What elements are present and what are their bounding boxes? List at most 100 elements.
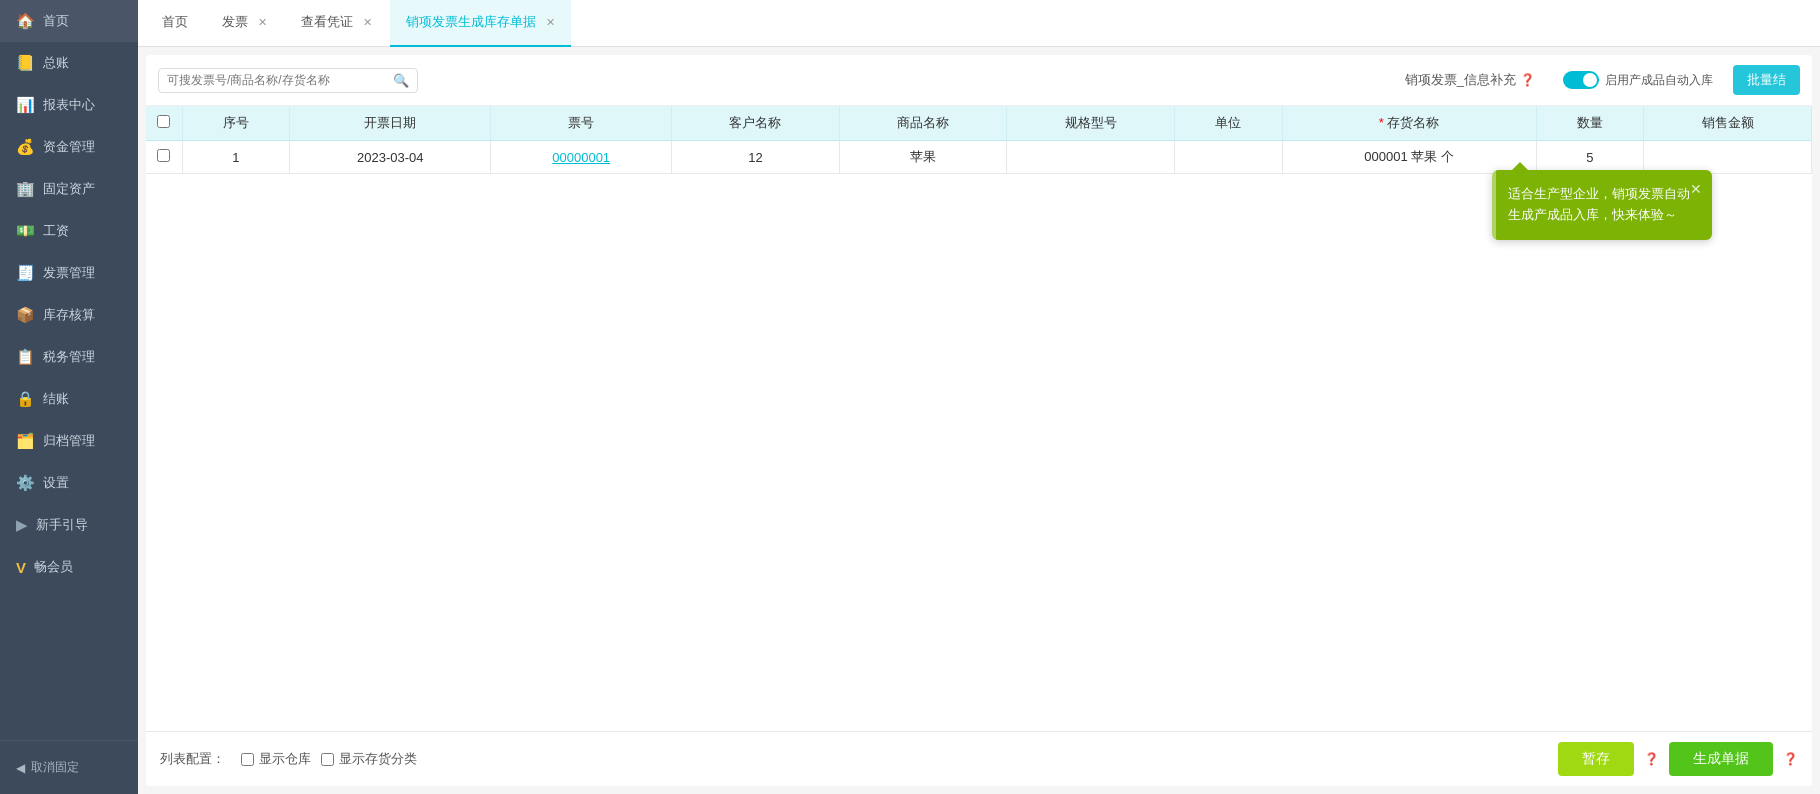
sidebar-item-tax-label: 税务管理 <box>43 348 95 366</box>
table-row: 1 2023-03-04 00000001 12 苹果 000001 苹果 个 … <box>146 141 1812 174</box>
sidebar-item-funds[interactable]: 💰 资金管理 <box>0 126 138 168</box>
sidebar-item-archive-label: 归档管理 <box>43 432 95 450</box>
show-category-label[interactable]: 显示存货分类 <box>321 750 417 768</box>
sidebar-item-payroll[interactable]: 💵 工资 <box>0 210 138 252</box>
sidebar-item-member[interactable]: V 畅会员 <box>0 546 138 588</box>
tab-invoice-close[interactable]: ✕ <box>258 16 267 29</box>
search-box[interactable]: 🔍 <box>158 68 418 93</box>
toggle-label: 启用产成品自动入库 <box>1605 72 1713 89</box>
sidebar-item-member-label: 畅会员 <box>34 558 73 576</box>
tab-generate-close[interactable]: ✕ <box>546 16 555 29</box>
sidebar-item-closing[interactable]: 🔒 结账 <box>0 378 138 420</box>
sidebar-item-inventory-label: 库存核算 <box>43 306 95 324</box>
payroll-icon: 💵 <box>16 222 35 240</box>
sidebar-item-guide[interactable]: ▶ 新手引导 <box>0 504 138 546</box>
undo-icon: ◀ <box>16 761 25 775</box>
row-checkbox[interactable] <box>157 149 170 162</box>
tooltip-text: 适合生产型企业，销项发票自动生成产成品入库，快来体验～ <box>1508 186 1690 222</box>
save-button[interactable]: 暂存 <box>1558 742 1634 776</box>
generate-button[interactable]: 生成单据 <box>1669 742 1773 776</box>
row-unit <box>1174 141 1282 174</box>
info-text: 销项发票_信息补充 <box>1405 71 1516 89</box>
sidebar-item-reports-label: 报表中心 <box>43 96 95 114</box>
batch-button[interactable]: 批量结 <box>1733 65 1800 95</box>
sidebar-item-home[interactable]: 🏠 首页 <box>0 0 138 42</box>
sidebar-item-assets[interactable]: 🏢 固定资产 <box>0 168 138 210</box>
tab-invoice[interactable]: 发票 ✕ <box>206 0 283 47</box>
select-all-checkbox[interactable] <box>157 115 170 128</box>
config-label: 列表配置： <box>160 750 225 768</box>
tab-bar: 首页 发票 ✕ 查看凭证 ✕ 销项发票生成库存单据 ✕ <box>138 0 1820 47</box>
row-seq: 1 <box>182 141 290 174</box>
sidebar-item-reports[interactable]: 📊 报表中心 <box>0 84 138 126</box>
table-header-product: 商品名称 <box>839 106 1007 141</box>
sidebar-item-settings[interactable]: ⚙️ 设置 <box>0 462 138 504</box>
tab-generate-label: 销项发票生成库存单据 <box>406 13 536 31</box>
row-quantity: 5 <box>1536 141 1644 174</box>
table-header-quantity: 数量 <box>1536 106 1644 141</box>
tab-home[interactable]: 首页 <box>146 0 204 47</box>
bottom-bar: 列表配置： 显示仓库 显示存货分类 暂存 ❓ 生成单据 ❓ <box>146 731 1812 786</box>
row-inventory[interactable]: 000001 苹果 个 <box>1282 141 1536 174</box>
sidebar-item-archive[interactable]: 🗂️ 归档管理 <box>0 420 138 462</box>
show-category-text: 显示存货分类 <box>339 750 417 768</box>
info-question-icon[interactable]: ❓ <box>1520 73 1535 87</box>
sidebar-item-tax[interactable]: 📋 税务管理 <box>0 336 138 378</box>
auto-warehouse-toggle[interactable] <box>1563 71 1599 89</box>
action-buttons: 暂存 ❓ 生成单据 ❓ <box>1558 742 1798 776</box>
table-header-customer: 客户名称 <box>672 106 840 141</box>
tab-voucher-close[interactable]: ✕ <box>363 16 372 29</box>
data-table: 序号 开票日期 票号 客户名称 商品名称 规格型号 单位 存货名称 数量 销售金… <box>146 106 1812 174</box>
sidebar-item-payroll-label: 工资 <box>43 222 69 240</box>
sidebar-item-settings-label: 设置 <box>43 474 69 492</box>
undo-pin-label: 取消固定 <box>31 759 79 776</box>
archive-icon: 🗂️ <box>16 432 35 450</box>
sidebar-item-guide-label: 新手引导 <box>36 516 88 534</box>
tab-voucher-label: 查看凭证 <box>301 13 353 31</box>
tab-invoice-label: 发票 <box>222 13 248 31</box>
inventory-icon: 📦 <box>16 306 35 324</box>
tab-home-label: 首页 <box>162 13 188 31</box>
sidebar-bottom: ◀ 取消固定 <box>0 740 138 794</box>
table-header-inventory: 存货名称 <box>1282 106 1536 141</box>
sidebar: 🏠 首页 📒 总账 📊 报表中心 💰 资金管理 🏢 固定资产 💵 工资 🧾 发票… <box>0 0 138 794</box>
tooltip-popup: ✕ 适合生产型企业，销项发票自动生成产成品入库，快来体验～ <box>1492 170 1712 240</box>
guide-icon: ▶ <box>16 516 28 534</box>
tab-generate[interactable]: 销项发票生成库存单据 ✕ <box>390 0 571 47</box>
ledger-icon: 📒 <box>16 54 35 72</box>
show-warehouse-checkbox[interactable] <box>241 753 254 766</box>
reports-icon: 📊 <box>16 96 35 114</box>
sidebar-item-inventory[interactable]: 📦 库存核算 <box>0 294 138 336</box>
tax-icon: 📋 <box>16 348 35 366</box>
row-amount <box>1644 141 1812 174</box>
show-warehouse-label[interactable]: 显示仓库 <box>241 750 311 768</box>
generate-help-icon[interactable]: ❓ <box>1783 752 1798 766</box>
toggle-group: 启用产成品自动入库 <box>1563 71 1713 89</box>
show-category-checkbox[interactable] <box>321 753 334 766</box>
tooltip-bar <box>1492 170 1496 240</box>
sidebar-item-home-label: 首页 <box>43 12 69 30</box>
main-content: 首页 发票 ✕ 查看凭证 ✕ 销项发票生成库存单据 ✕ 🔍 销项发票_信息补充 … <box>138 0 1820 794</box>
member-icon: V <box>16 559 26 576</box>
search-icon: 🔍 <box>393 73 409 88</box>
undo-pin-button[interactable]: ◀ 取消固定 <box>0 749 138 786</box>
sidebar-item-ledger[interactable]: 📒 总账 <box>0 42 138 84</box>
search-input[interactable] <box>167 73 387 87</box>
table-header-ticket: 票号 <box>491 106 672 141</box>
invoices-icon: 🧾 <box>16 264 35 282</box>
assets-icon: 🏢 <box>16 180 35 198</box>
sidebar-item-invoices[interactable]: 🧾 发票管理 <box>0 252 138 294</box>
info-label: 销项发票_信息补充 ❓ <box>1405 71 1535 89</box>
row-customer: 12 <box>672 141 840 174</box>
sidebar-item-assets-label: 固定资产 <box>43 180 95 198</box>
tab-voucher[interactable]: 查看凭证 ✕ <box>285 0 388 47</box>
table-header-seq: 序号 <box>182 106 290 141</box>
tooltip-close-icon[interactable]: ✕ <box>1690 178 1702 200</box>
closing-icon: 🔒 <box>16 390 35 408</box>
save-help-icon[interactable]: ❓ <box>1644 752 1659 766</box>
table-header-checkbox <box>146 106 182 141</box>
toolbar: 🔍 销项发票_信息补充 ❓ 启用产成品自动入库 批量结 <box>146 55 1812 106</box>
table-header-date: 开票日期 <box>290 106 491 141</box>
content-card: 🔍 销项发票_信息补充 ❓ 启用产成品自动入库 批量结 序 <box>146 55 1812 786</box>
row-ticket-no[interactable]: 00000001 <box>491 141 672 174</box>
